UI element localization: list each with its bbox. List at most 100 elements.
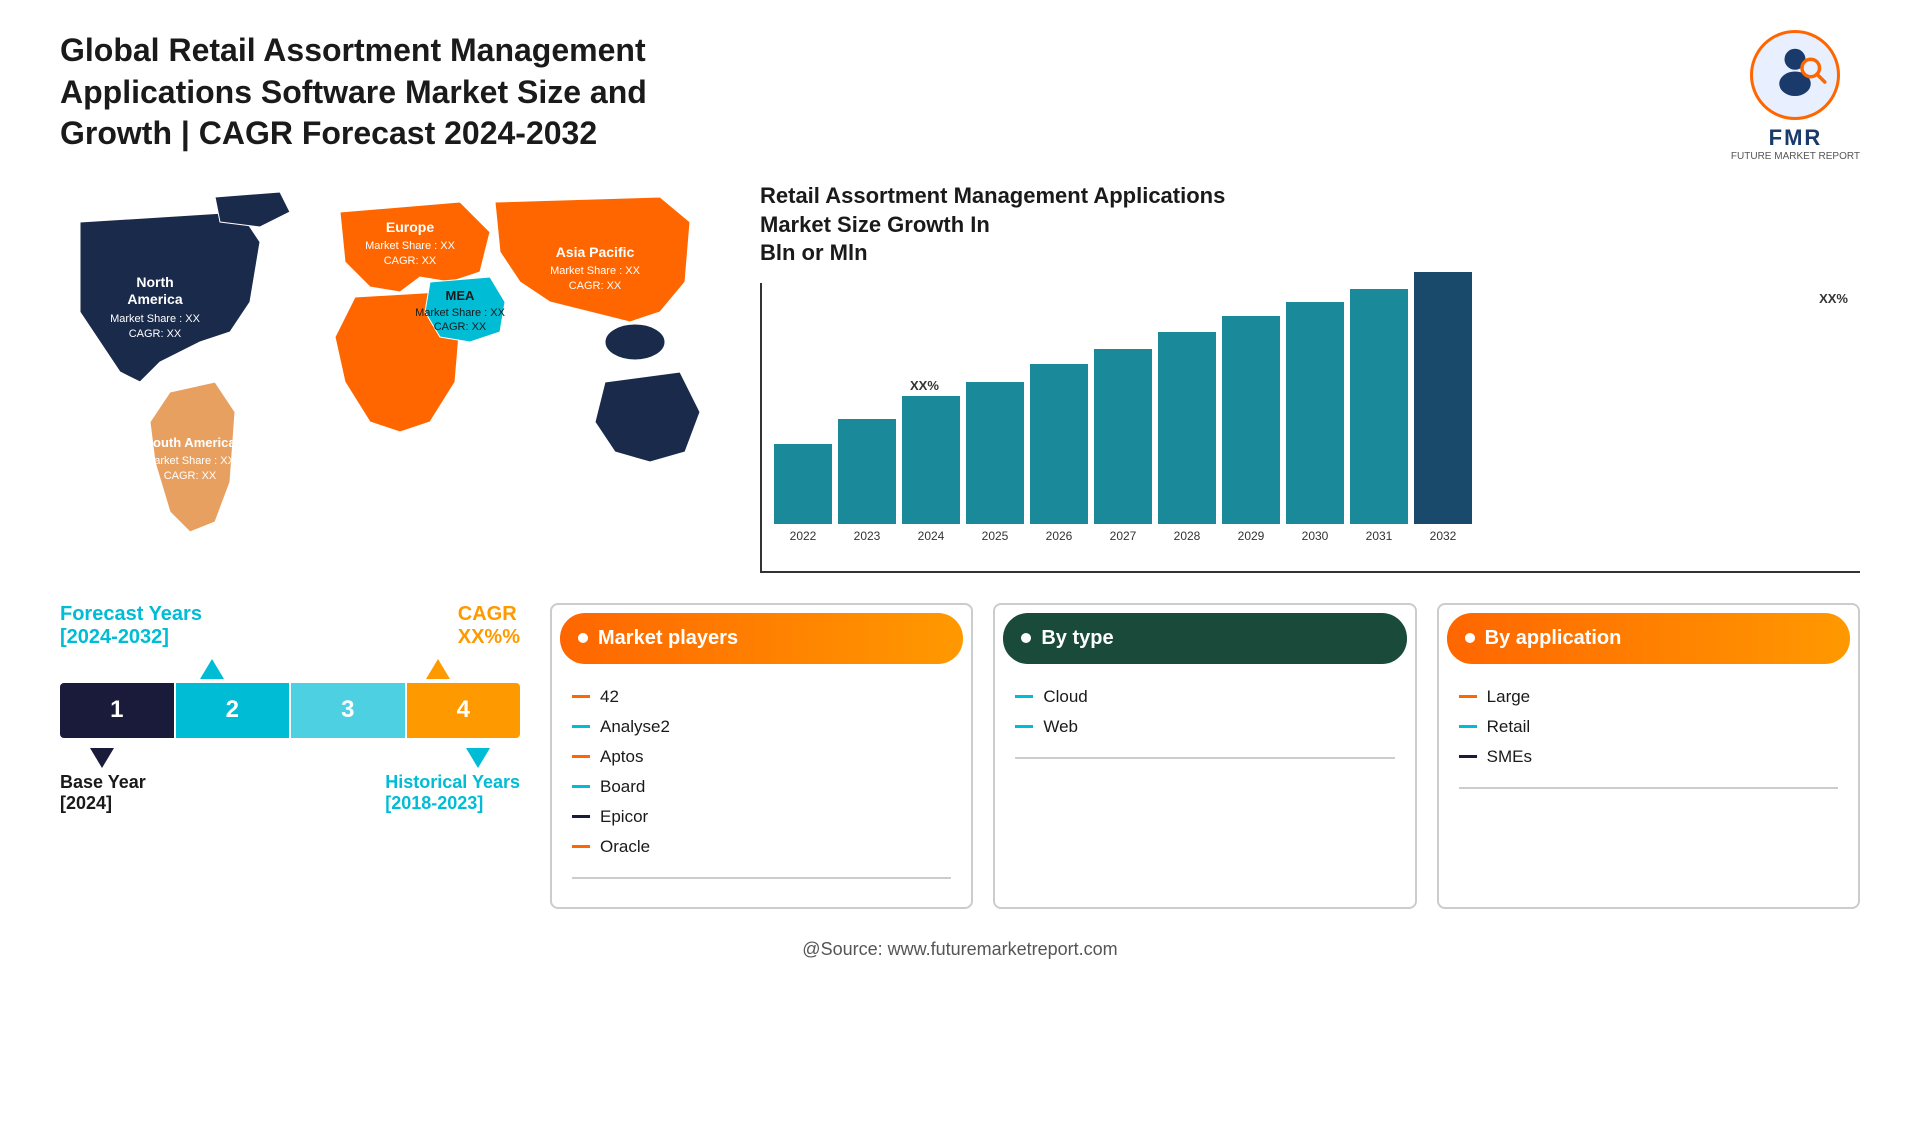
cat-items-by-type: Cloud Web (995, 672, 1414, 752)
dash-icon (572, 785, 590, 788)
bar-label-2024: 2024 (918, 529, 945, 543)
svg-text:CAGR: XX: CAGR: XX (164, 470, 217, 482)
base-year-value: [2024] (60, 793, 146, 814)
dash-icon (1015, 725, 1033, 728)
timeline-seg-4: 4 (407, 683, 521, 738)
logo-circle (1750, 30, 1840, 120)
bar-label-2022: 2022 (790, 529, 817, 543)
bar-2023 (838, 419, 896, 524)
bar-group-2030: 2030 (1286, 302, 1344, 543)
hist-years-value: [2018-2023] (385, 793, 520, 814)
bar-group-2024: 2024 (902, 396, 960, 543)
svg-text:Market Share : XX: Market Share : XX (365, 240, 456, 252)
card-bottom-curve (572, 877, 951, 902)
chart-title: Retail Assortment Management Application… (760, 182, 1860, 268)
list-item: Analyse2 (572, 717, 951, 737)
page-title: Global Retail Assortment Management Appl… (60, 30, 760, 155)
logo-icon (1760, 40, 1830, 110)
bar-label-2029: 2029 (1238, 529, 1265, 543)
logo-fmr-text: FMR (1769, 125, 1823, 151)
bar-2031 (1350, 289, 1408, 524)
list-item: SMEs (1459, 747, 1838, 767)
cagr-value: XX%% (458, 626, 520, 648)
timeline-bar: 1 2 3 4 (60, 683, 520, 738)
bar-group-2023: 2023 (838, 419, 896, 543)
forecast-cagr-row: Forecast Years[2024-2032] CAGR XX%% (60, 603, 520, 649)
bar-2025 (966, 382, 1024, 524)
arrow-up-row (60, 659, 520, 679)
bar-label-2023: 2023 (854, 529, 881, 543)
base-year-label: Base Year (60, 772, 146, 793)
bar-label-2025: 2025 (982, 529, 1009, 543)
bar-annotation-xx: XX% (910, 378, 939, 393)
list-item: Retail (1459, 717, 1838, 737)
chart-area: Retail Assortment Management Application… (760, 182, 1860, 573)
bar-label-2028: 2028 (1174, 529, 1201, 543)
timeline-seg-2: 2 (176, 683, 290, 738)
cat-items-by-application: Large Retail SMEs (1439, 672, 1858, 782)
bar-group-2032: 2032 (1414, 272, 1472, 543)
list-item: Aptos (572, 747, 951, 767)
svg-text:CAGR: XX: CAGR: XX (129, 328, 182, 340)
list-item: Cloud (1015, 687, 1394, 707)
card-market-players: Market players 42 Analyse2 Aptos (550, 603, 973, 909)
dash-icon (1459, 755, 1477, 758)
svg-text:Asia Pacific: Asia Pacific (556, 244, 635, 260)
base-year-block: Base Year [2024] (60, 772, 146, 814)
dash-icon (572, 755, 590, 758)
bar-group-2029: 2029 (1222, 316, 1280, 543)
list-item: Web (1015, 717, 1394, 737)
svg-text:North: North (136, 274, 173, 290)
dash-icon (572, 845, 590, 848)
svg-text:CAGR: XX: CAGR: XX (434, 321, 487, 333)
svg-text:CAGR: XX: CAGR: XX (384, 255, 437, 267)
arrow-down-dark-icon (90, 748, 114, 768)
card-header-by-application: By application (1447, 613, 1850, 664)
bottom-section: Forecast Years[2024-2032] CAGR XX%% 1 2 … (60, 603, 1860, 909)
cat-dot-type (1021, 633, 1031, 643)
card-by-application: By application Large Retail SMEs (1437, 603, 1860, 909)
arrow-up-orange-icon (426, 659, 450, 679)
svg-text:MEA: MEA (446, 288, 476, 303)
dash-icon (1459, 695, 1477, 698)
bar-2024 (902, 396, 960, 524)
stats-area: Forecast Years[2024-2032] CAGR XX%% 1 2 … (60, 603, 520, 814)
bar-2022 (774, 444, 832, 524)
cat-title-by-type: By type (1041, 627, 1113, 650)
svg-text:America: America (127, 291, 182, 307)
cat-dot-mp (578, 633, 588, 643)
base-hist-row: Base Year [2024] Historical Years [2018-… (60, 772, 520, 814)
bar-2026 (1030, 364, 1088, 524)
hist-label: Historical Years (385, 772, 520, 793)
bar-2032 (1414, 272, 1472, 524)
card-header-market-players: Market players (560, 613, 963, 664)
hist-years-block: Historical Years [2018-2023] (385, 772, 520, 814)
logo-area: FMR FUTURE MARKET REPORT (1731, 30, 1860, 162)
forecast-label: Forecast Years[2024-2032] (60, 603, 202, 648)
dash-icon (1459, 725, 1477, 728)
timeline-seg-3: 3 (291, 683, 405, 738)
bar-group-2027: 2027 (1094, 349, 1152, 543)
bar-label-2031: 2031 (1366, 529, 1393, 543)
bar-2029 (1222, 316, 1280, 524)
world-map: North America Market Share : XX CAGR: XX… (60, 182, 720, 562)
top-section: North America Market Share : XX CAGR: XX… (60, 182, 1860, 573)
bar-2027 (1094, 349, 1152, 524)
logo-sub-text: FUTURE MARKET REPORT (1731, 151, 1860, 162)
svg-text:Market Share : XX: Market Share : XX (110, 313, 201, 325)
bar-label-2026: 2026 (1046, 529, 1073, 543)
bar-group-2022: 2022 (774, 444, 832, 543)
arrow-down-teal-icon (466, 748, 490, 768)
card-bottom-curve (1459, 787, 1838, 812)
source-bar: @Source: www.futuremarketreport.com (60, 939, 1860, 960)
bar-label-2032: 2032 (1430, 529, 1457, 543)
cat-title-market-players: Market players (598, 627, 738, 650)
arrow-up-teal-icon (200, 659, 224, 679)
map-area: North America Market Share : XX CAGR: XX… (60, 182, 720, 567)
header: Global Retail Assortment Management Appl… (60, 30, 1860, 162)
bar-2028 (1158, 332, 1216, 524)
card-by-type: By type Cloud Web (993, 603, 1416, 909)
svg-text:Market Share : XX: Market Share : XX (145, 455, 236, 467)
card-header-by-type: By type (1003, 613, 1406, 664)
list-item: Oracle (572, 837, 951, 857)
